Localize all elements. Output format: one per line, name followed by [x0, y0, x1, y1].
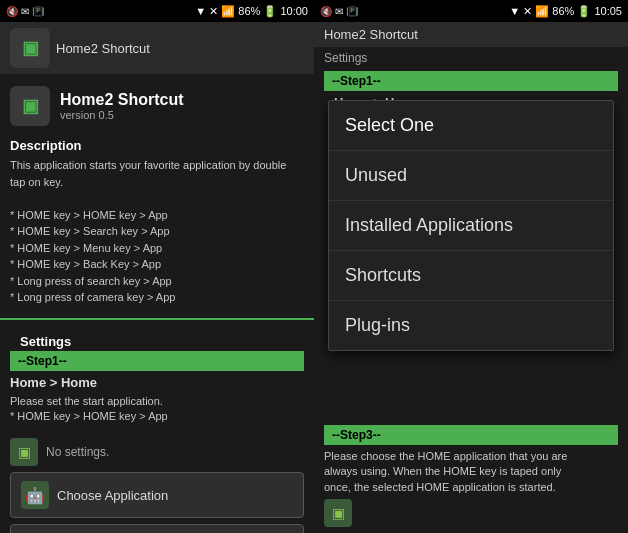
left-status-bar: 🔇 ✉ 📳 ▼ ✕ 📶 86% 🔋 10:00: [0, 0, 314, 22]
app-title: Home2 Shortcut: [60, 91, 184, 109]
description-label: Description: [0, 134, 314, 155]
settings-section: Settings --Step1-- Home > Home Please se…: [0, 324, 314, 534]
left-status-left: 🔇 ✉ 📳: [6, 6, 44, 17]
settings-label: Settings: [10, 330, 304, 351]
left-title-bar: ▣ Home2 Shortcut: [0, 22, 314, 74]
dropdown-item-installed[interactable]: Installed Applications: [329, 201, 613, 251]
choose-app-label: Choose Application: [57, 488, 168, 503]
step3-text: Please choose the HOME application that …: [324, 449, 618, 495]
choose-app-icon: 🤖: [21, 481, 49, 509]
right-settings-label: Settings: [314, 47, 628, 69]
step3-bar: --Step3--: [324, 425, 618, 445]
dropdown-item-plugins[interactable]: Plug-ins: [329, 301, 613, 350]
dropdown-item-shortcuts[interactable]: Shortcuts: [329, 251, 613, 301]
no-settings-icon: ▣: [10, 438, 38, 466]
dropdown-item-select-one[interactable]: Select One: [329, 101, 613, 151]
right-panel: 🔇 ✉ 📳 ▼ ✕ 📶 86% 🔋 10:05 Home2 Shortcut S…: [314, 0, 628, 533]
right-status-bar: 🔇 ✉ 📳 ▼ ✕ 📶 86% 🔋 10:05: [314, 0, 628, 22]
step1-bar: --Step1--: [10, 351, 304, 371]
left-panel: 🔇 ✉ 📳 ▼ ✕ 📶 86% 🔋 10:00 ▣ Home2 Shortcut…: [0, 0, 314, 533]
app-icon: ▣: [10, 86, 50, 126]
other-key-settings-button[interactable]: ⚙ Other key settings: [10, 524, 304, 533]
no-settings-text: No settings.: [46, 445, 109, 459]
choose-application-button[interactable]: 🤖 Choose Application: [10, 472, 304, 518]
left-status-right: ▼ ✕ 📶 86% 🔋 10:00: [195, 5, 308, 18]
left-title-text: Home2 Shortcut: [56, 41, 150, 56]
right-bottom-icon-row: ▣: [324, 499, 618, 527]
right-step1-bar: --Step1--: [324, 71, 618, 91]
app-version: version 0.5: [60, 109, 184, 121]
title-app-icon: ▣: [10, 28, 50, 68]
description-text: This application starts your favorite ap…: [0, 155, 314, 314]
app-header: ▣ Home2 Shortcut version 0.5: [0, 74, 314, 134]
right-bottom-area: --Step3-- Please choose the HOME applica…: [314, 419, 628, 533]
dropdown-menu: Select One Unused Installed Applications…: [328, 100, 614, 351]
right-title-bar: Home2 Shortcut: [314, 22, 628, 47]
divider: [0, 318, 314, 320]
set-instruction: Please set the start application.* HOME …: [10, 394, 304, 425]
dropdown-item-unused[interactable]: Unused: [329, 151, 613, 201]
right-bottom-icon: ▣: [324, 499, 352, 527]
right-status-left: 🔇 ✉ 📳: [320, 6, 358, 17]
home-path: Home > Home: [10, 375, 304, 390]
no-settings-row: ▣ No settings.: [10, 432, 304, 472]
right-status-right: ▼ ✕ 📶 86% 🔋 10:05: [509, 5, 622, 18]
